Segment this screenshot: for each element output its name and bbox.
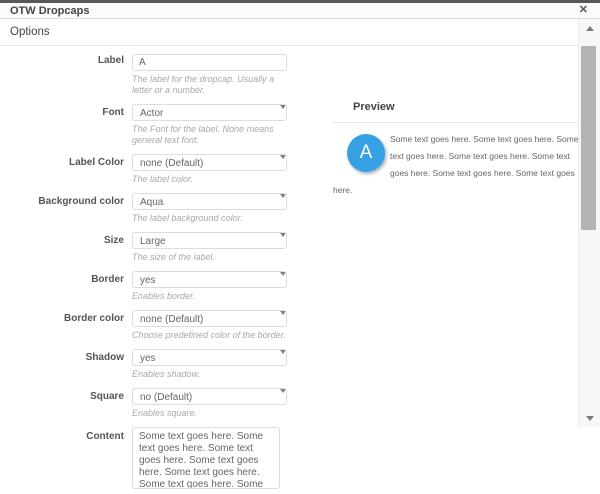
select-sorter-icon [274, 108, 280, 121]
select-value: Actor [140, 108, 163, 119]
select-value: none (Default) [140, 158, 203, 169]
options-section-heading: Options [0, 19, 578, 46]
form-row-border: Border yes Enables border. [0, 271, 578, 310]
form-row-content: Content Some text goes here. Some text g… [0, 427, 578, 494]
background-color-select[interactable]: Aqua [132, 193, 287, 210]
field-help: The label background color. [132, 213, 288, 224]
field-help: The label for the dropcap. Usually a let… [132, 74, 288, 96]
modal-titlebar: OTW Dropcaps ✕ [0, 3, 600, 19]
form-row-label: Label The label for the dropcap. Usually… [0, 52, 578, 104]
modal-title: OTW Dropcaps [10, 5, 89, 17]
square-select[interactable]: no (Default) [132, 388, 287, 405]
dropcap-circle: A [347, 134, 385, 172]
field-label: Square [0, 388, 132, 427]
label-input[interactable] [132, 54, 287, 71]
field-label: Size [0, 232, 132, 271]
scroll-up-button[interactable] [579, 21, 600, 35]
field-help: Choose predefined color of the border. [132, 330, 288, 341]
select-sorter-icon [274, 197, 280, 210]
font-select[interactable]: Actor [132, 104, 287, 121]
border-select[interactable]: yes [132, 271, 287, 288]
select-sorter-icon [274, 392, 280, 405]
content-textarea[interactable]: Some text goes here. Some text goes here… [132, 427, 280, 489]
select-sorter-icon [274, 158, 280, 171]
select-sorter-icon [274, 353, 280, 366]
field-label: Label Color [0, 154, 132, 193]
modal-body: Options Label The label for the dropcap.… [0, 19, 578, 427]
field-help: The Font for the label. None means gener… [132, 124, 288, 146]
select-sorter-icon [274, 236, 280, 249]
field-label: Shadow [0, 349, 132, 388]
field-label: Background color [0, 193, 132, 232]
shadow-select[interactable]: yes [132, 349, 287, 366]
select-value: Large [140, 236, 166, 247]
form-row-square: Square no (Default) Enables square. [0, 388, 578, 427]
field-help: Enables shadow. [132, 369, 288, 380]
close-icon[interactable]: ✕ [577, 4, 590, 17]
select-value: Aqua [140, 197, 163, 208]
arrow-down-icon [586, 416, 594, 421]
field-label: Border color [0, 310, 132, 349]
select-value: yes [140, 353, 156, 364]
field-label: Font [0, 104, 132, 154]
select-value: none (Default) [140, 314, 203, 325]
size-select[interactable]: Large [132, 232, 287, 249]
select-value: yes [140, 275, 156, 286]
select-value: no (Default) [140, 392, 192, 403]
field-help: The label color. [132, 174, 288, 185]
field-label: Label [0, 52, 132, 104]
preview-text: ASome text goes here. Some text goes her… [333, 131, 579, 199]
field-label: Content [0, 427, 132, 494]
form-row-border-color: Border color none (Default) Choose prede… [0, 310, 578, 349]
scroll-down-button[interactable] [579, 411, 600, 425]
form-row-shadow: Shadow yes Enables shadow. [0, 349, 578, 388]
field-help: Enables square. [132, 408, 288, 419]
border-color-select[interactable]: none (Default) [132, 310, 287, 327]
select-sorter-icon [274, 314, 280, 327]
select-sorter-icon [274, 275, 280, 288]
preview-panel: Preview ASome text goes here. Some text … [333, 101, 579, 199]
field-help: The size of the label. [132, 252, 288, 263]
field-help: Enables border. [132, 291, 288, 302]
arrow-up-icon [586, 26, 594, 31]
form-row-size: Size Large The size of the label. [0, 232, 578, 271]
preview-heading: Preview [333, 101, 579, 123]
label-color-select[interactable]: none (Default) [132, 154, 287, 171]
field-label: Border [0, 271, 132, 310]
vertical-scrollbar[interactable] [578, 19, 600, 427]
scrollbar-thumb[interactable] [581, 46, 596, 230]
